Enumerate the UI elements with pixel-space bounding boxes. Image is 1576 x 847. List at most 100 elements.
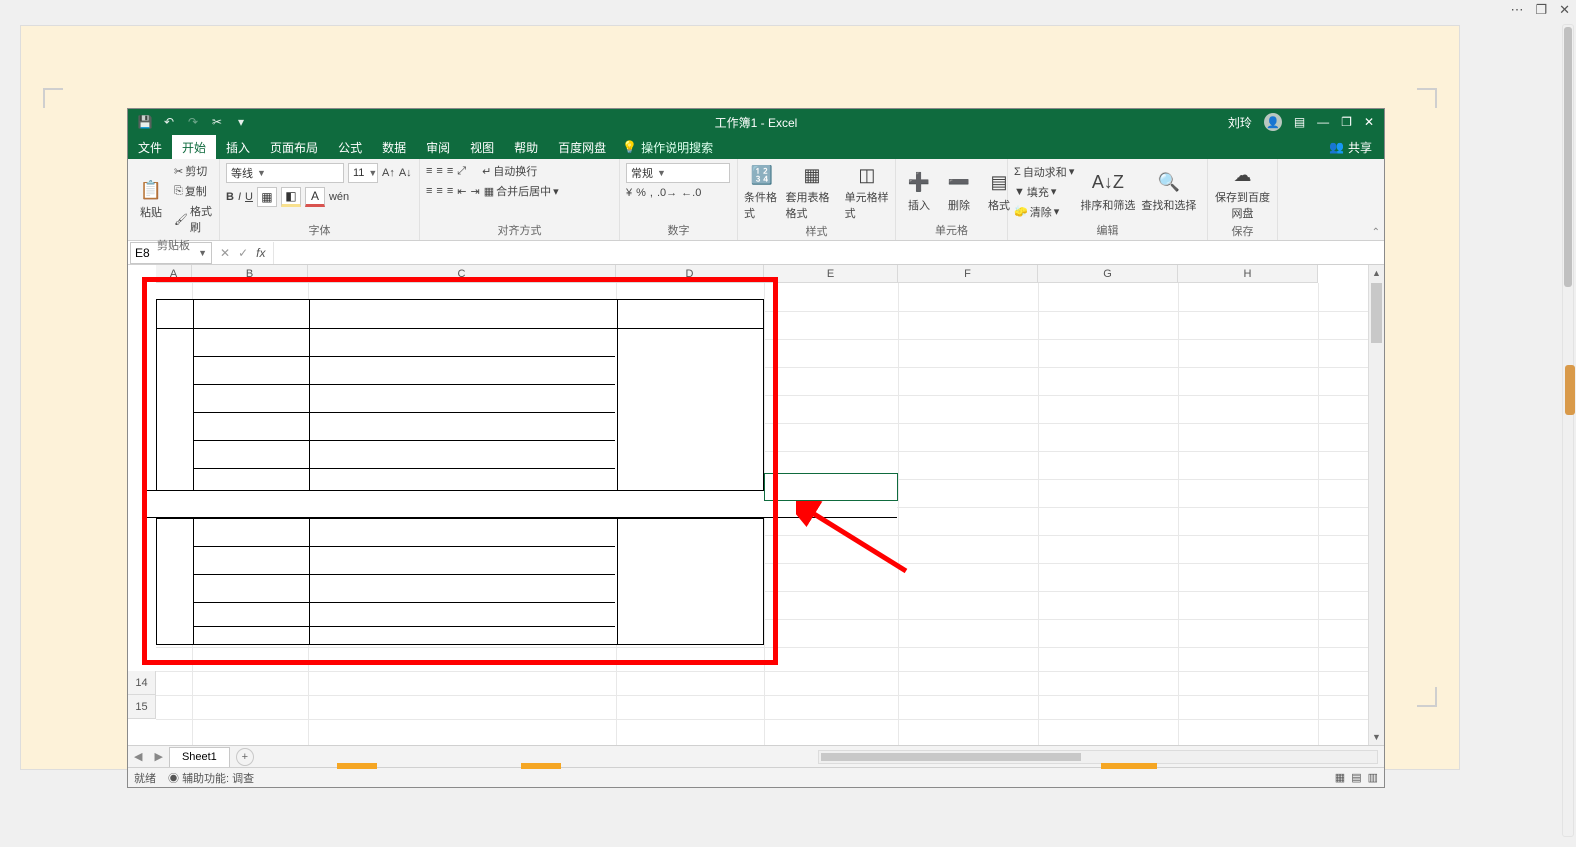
view-page-layout-icon[interactable]: ▤: [1351, 771, 1361, 784]
decrease-indent-icon[interactable]: ⇤: [457, 185, 466, 198]
align-top-icon[interactable]: ≡: [426, 165, 432, 177]
increase-font-icon[interactable]: A↑: [382, 167, 395, 179]
currency-icon[interactable]: ¥: [626, 187, 632, 199]
close-icon[interactable]: ✕: [1364, 115, 1374, 129]
os-close-icon[interactable]: ✕: [1559, 2, 1570, 18]
tab-baidu[interactable]: 百度网盘: [548, 135, 616, 159]
vertical-scrollbar[interactable]: ▲ ▼: [1368, 265, 1384, 745]
os-more-icon[interactable]: ⋯: [1510, 2, 1523, 18]
horizontal-scrollbar[interactable]: [818, 750, 1378, 764]
tab-help[interactable]: 帮助: [504, 135, 548, 159]
clear-button[interactable]: 🧽 清除 ▾: [1014, 204, 1074, 220]
active-cell[interactable]: [764, 473, 898, 501]
redo-icon[interactable]: ↷: [186, 115, 200, 129]
ribbon-display-icon[interactable]: ▤: [1294, 115, 1305, 129]
cell-styles-button[interactable]: ◫单元格样式: [845, 163, 889, 221]
conditional-format-button[interactable]: 🔢条件格式: [744, 163, 779, 221]
align-middle-icon[interactable]: ≡: [436, 165, 442, 177]
scissors-icon[interactable]: ✂: [210, 115, 224, 129]
tab-page-layout[interactable]: 页面布局: [260, 135, 328, 159]
wrap-text-button[interactable]: ↵ 自动换行: [482, 163, 537, 179]
save-to-baidu-button[interactable]: ☁保存到百度网盘: [1214, 163, 1271, 221]
outer-vertical-scrollbar[interactable]: [1562, 24, 1574, 837]
undo-icon[interactable]: ↶: [162, 115, 176, 129]
worksheet-area[interactable]: A B C D E F G H 14 15: [128, 265, 1384, 745]
cell-grid[interactable]: [156, 283, 1368, 745]
tell-me-search[interactable]: 💡 操作说明搜索: [622, 135, 713, 159]
fx-icon[interactable]: fx: [256, 246, 265, 260]
font-size-combo[interactable]: 11▼: [348, 163, 378, 183]
restore-icon[interactable]: ❐: [1341, 115, 1352, 129]
outer-scroll-nub[interactable]: [1565, 365, 1575, 415]
scrollbar-thumb[interactable]: [1371, 283, 1382, 343]
scroll-up-icon[interactable]: ▲: [1369, 265, 1384, 281]
decrease-decimal-icon[interactable]: ←.0: [681, 187, 701, 199]
cancel-icon[interactable]: ✕: [220, 246, 230, 260]
bold-button[interactable]: B: [226, 191, 234, 203]
decrease-font-icon[interactable]: A↓: [399, 167, 412, 179]
percent-icon[interactable]: %: [636, 187, 646, 199]
col-header-g[interactable]: G: [1038, 265, 1178, 283]
col-header-f[interactable]: F: [898, 265, 1038, 283]
fill-button[interactable]: ▼ 填充 ▾: [1014, 184, 1074, 200]
paste-button[interactable]: 📋 粘贴: [134, 178, 168, 220]
format-as-table-button[interactable]: ▦套用表格格式: [785, 163, 838, 221]
tab-home[interactable]: 开始: [172, 135, 216, 159]
copy-button[interactable]: ⎘复制: [174, 183, 213, 199]
minimize-icon[interactable]: —: [1317, 115, 1329, 129]
tab-insert[interactable]: 插入: [216, 135, 260, 159]
hscroll-thumb[interactable]: [821, 753, 1081, 761]
scroll-down-icon[interactable]: ▼: [1369, 729, 1384, 745]
os-maximize-icon[interactable]: ❐: [1535, 2, 1547, 18]
user-avatar-icon[interactable]: 👤: [1264, 113, 1282, 131]
tab-view[interactable]: 视图: [460, 135, 504, 159]
enter-icon[interactable]: ✓: [238, 246, 248, 260]
merge-center-button[interactable]: ▦ 合并后居中 ▾: [484, 183, 559, 199]
outer-scroll-thumb[interactable]: [1564, 27, 1572, 287]
increase-decimal-icon[interactable]: .0→: [657, 187, 677, 199]
save-icon[interactable]: 💾: [138, 115, 152, 129]
col-header-c[interactable]: C: [308, 265, 616, 283]
font-color-button[interactable]: A: [305, 187, 325, 207]
align-right-icon[interactable]: ≡: [447, 185, 453, 197]
share-button[interactable]: 👥 共享: [1317, 135, 1384, 159]
row-header-14[interactable]: 14: [128, 671, 156, 695]
underline-button[interactable]: U: [245, 191, 253, 203]
formula-input[interactable]: [273, 242, 1384, 264]
view-normal-icon[interactable]: ▦: [1335, 771, 1345, 784]
border-button[interactable]: ▦: [257, 187, 277, 207]
tab-review[interactable]: 审阅: [416, 135, 460, 159]
col-header-e[interactable]: E: [764, 265, 898, 283]
phonetic-button[interactable]: wén: [329, 191, 349, 203]
delete-cells-button[interactable]: ➖删除: [942, 171, 976, 213]
format-painter-button[interactable]: 🖌格式刷: [174, 203, 213, 235]
view-page-break-icon[interactable]: ▥: [1368, 771, 1378, 784]
cut-button[interactable]: ✂剪切: [174, 163, 213, 179]
insert-cells-button[interactable]: ➕插入: [902, 171, 936, 213]
tab-formulas[interactable]: 公式: [328, 135, 372, 159]
qat-more-icon[interactable]: ▾: [234, 115, 248, 129]
fill-color-button[interactable]: ◧: [281, 187, 301, 207]
sheet-tab-sheet1[interactable]: Sheet1: [169, 747, 230, 767]
tab-file[interactable]: 文件: [128, 135, 172, 159]
sheet-nav-prev-icon[interactable]: ◀: [128, 750, 148, 763]
font-name-combo[interactable]: 等线▼: [226, 163, 344, 183]
col-header-d[interactable]: D: [616, 265, 764, 283]
autosum-button[interactable]: Σ 自动求和 ▾: [1014, 164, 1074, 180]
increase-indent-icon[interactable]: ⇥: [470, 185, 479, 198]
col-header-h[interactable]: H: [1178, 265, 1318, 283]
col-header-b[interactable]: B: [192, 265, 308, 283]
sheet-nav-next-icon[interactable]: ▶: [148, 750, 168, 763]
col-header-a[interactable]: A: [156, 265, 192, 283]
number-format-combo[interactable]: 常规▼: [626, 163, 730, 183]
align-bottom-icon[interactable]: ≡: [447, 165, 453, 177]
align-center-icon[interactable]: ≡: [436, 185, 442, 197]
add-sheet-button[interactable]: +: [236, 748, 254, 766]
collapse-ribbon-icon[interactable]: ⌃: [1372, 227, 1380, 238]
comma-icon[interactable]: ,: [650, 187, 653, 199]
sort-filter-button[interactable]: A↓Z排序和筛选: [1080, 171, 1135, 213]
tab-data[interactable]: 数据: [372, 135, 416, 159]
italic-button[interactable]: I: [238, 191, 241, 203]
align-left-icon[interactable]: ≡: [426, 185, 432, 197]
status-accessibility[interactable]: ◉ 辅助功能: 调查: [168, 770, 254, 786]
